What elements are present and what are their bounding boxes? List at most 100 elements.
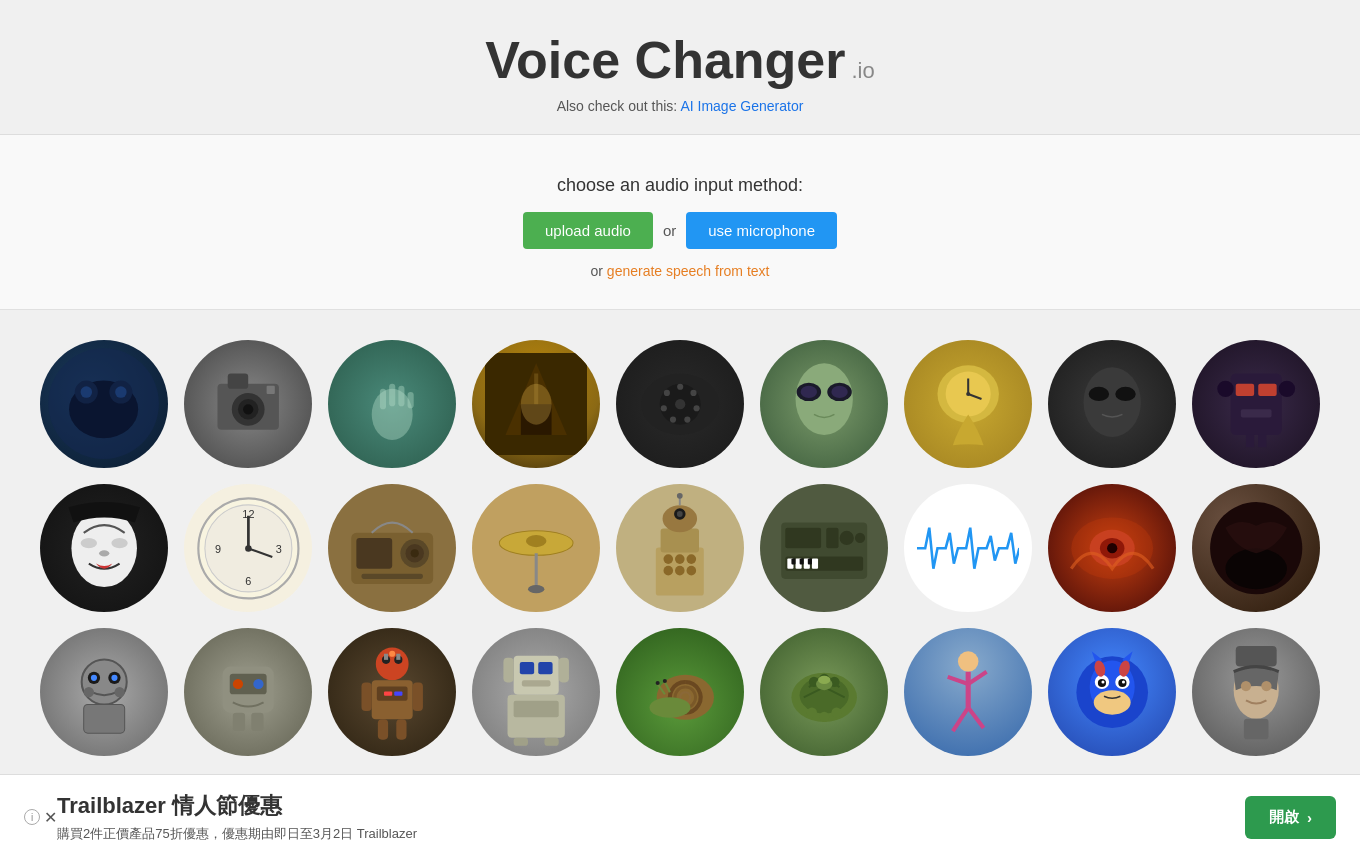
svg-rect-141 <box>503 658 513 683</box>
voice-item-soldier[interactable] <box>1192 628 1320 756</box>
svg-line-164 <box>968 672 986 684</box>
use-microphone-button[interactable]: use microphone <box>686 212 837 249</box>
svg-point-91 <box>839 531 853 545</box>
ad-actions: 開啟 › <box>1245 796 1336 839</box>
voice-grid-section: 12 3 6 9 <box>0 310 1360 810</box>
page-title: Voice Changer <box>485 31 845 89</box>
svg-rect-133 <box>378 720 388 740</box>
ad-close-button[interactable]: ✕ <box>44 808 57 827</box>
svg-point-25 <box>690 390 696 396</box>
voice-item-waveform[interactable] <box>904 484 1032 612</box>
voice-item-dark-alien[interactable] <box>1048 340 1176 468</box>
svg-point-146 <box>649 697 690 717</box>
ad-title: Trailblazer 情人節優惠 <box>57 791 1245 821</box>
svg-text:6: 6 <box>245 575 251 587</box>
svg-point-169 <box>1094 690 1131 715</box>
svg-rect-15 <box>398 386 404 406</box>
svg-point-24 <box>677 384 683 390</box>
svg-point-118 <box>253 679 263 689</box>
svg-point-84 <box>687 555 697 565</box>
svg-rect-89 <box>785 528 821 548</box>
svg-line-163 <box>948 677 968 684</box>
svg-rect-140 <box>513 701 558 717</box>
svg-point-53 <box>80 538 96 548</box>
svg-rect-66 <box>356 538 392 569</box>
svg-rect-130 <box>394 692 402 696</box>
svg-rect-50 <box>1246 435 1254 447</box>
svg-rect-97 <box>812 558 818 568</box>
svg-point-81 <box>677 493 683 499</box>
voice-item-mech-robot[interactable] <box>1192 340 1320 468</box>
svg-rect-45 <box>1236 384 1254 396</box>
svg-point-10 <box>243 404 253 414</box>
voice-item-toy-robot[interactable] <box>328 628 456 756</box>
generate-speech-link[interactable]: generate speech from text <box>607 263 770 279</box>
voice-item-monster[interactable] <box>40 340 168 468</box>
voice-item-tin-robot[interactable] <box>472 628 600 756</box>
svg-point-85 <box>664 566 674 576</box>
voice-item-alien[interactable] <box>760 340 888 468</box>
voice-item-melting-clock[interactable] <box>904 340 1032 468</box>
svg-point-41 <box>1083 367 1140 437</box>
svg-point-79 <box>677 512 683 518</box>
ad-info-icon[interactable]: i <box>24 809 40 825</box>
voice-item-analog-clock[interactable]: 12 3 6 9 <box>184 484 312 612</box>
voice-item-fire-eye[interactable] <box>1048 484 1176 612</box>
svg-point-35 <box>831 386 847 398</box>
voice-item-ghost-hand[interactable] <box>328 340 456 468</box>
svg-rect-129 <box>384 692 392 696</box>
svg-rect-131 <box>361 683 371 712</box>
svg-point-160 <box>818 676 830 684</box>
svg-point-174 <box>1101 680 1104 683</box>
svg-point-34 <box>800 386 816 398</box>
voice-item-telephone[interactable] <box>616 340 744 468</box>
svg-point-181 <box>1261 681 1271 691</box>
voice-item-synthesizer[interactable] <box>760 484 888 612</box>
svg-point-64 <box>245 545 252 552</box>
svg-point-42 <box>1088 387 1108 401</box>
voice-item-guy-fawkes[interactable] <box>40 484 168 612</box>
voice-item-turtle[interactable] <box>760 628 888 756</box>
ai-image-generator-link[interactable]: AI Image Generator <box>680 98 803 114</box>
svg-rect-46 <box>1258 384 1276 396</box>
svg-point-158 <box>819 711 829 721</box>
svg-point-72 <box>526 535 546 547</box>
svg-point-74 <box>528 585 544 593</box>
upload-audio-button[interactable]: upload audio <box>523 212 653 249</box>
svg-point-150 <box>663 679 667 683</box>
voice-item-radio[interactable] <box>328 484 456 612</box>
svg-point-55 <box>99 550 109 556</box>
svg-rect-44 <box>1230 373 1281 434</box>
svg-rect-137 <box>538 662 552 674</box>
svg-point-111 <box>111 675 117 681</box>
svg-point-30 <box>664 390 670 396</box>
svg-point-69 <box>410 549 418 557</box>
svg-rect-100 <box>808 558 812 564</box>
voice-item-bot2[interactable] <box>184 628 312 756</box>
voice-item-sonic[interactable] <box>1048 628 1176 756</box>
voice-item-snail[interactable] <box>616 628 744 756</box>
svg-point-113 <box>84 687 94 697</box>
voice-item-bot1[interactable] <box>40 628 168 756</box>
svg-point-87 <box>687 566 697 576</box>
svg-point-54 <box>111 538 127 548</box>
ad-cta-button[interactable]: 開啟 › <box>1245 796 1336 839</box>
svg-point-83 <box>675 555 685 565</box>
svg-rect-136 <box>520 662 534 674</box>
ad-cta-label: 開啟 <box>1269 808 1299 827</box>
svg-point-23 <box>675 399 685 409</box>
svg-point-26 <box>693 405 699 411</box>
voice-item-dalek[interactable] <box>616 484 744 612</box>
ad-banner: i ✕ Trailblazer 情人節優惠 購買2件正價產品75折優惠，優惠期由… <box>0 774 1360 859</box>
voice-item-dark-cave[interactable] <box>1192 484 1320 612</box>
svg-point-157 <box>807 707 817 717</box>
svg-rect-70 <box>361 574 422 579</box>
input-method-section: choose an audio input method: upload aud… <box>0 135 1360 310</box>
svg-point-29 <box>661 405 667 411</box>
voice-item-robot-camera[interactable] <box>184 340 312 468</box>
ad-content: Trailblazer 情人節優惠 購買2件正價產品75折優惠，優惠期由即日至3… <box>57 791 1245 843</box>
voice-item-cathedral[interactable] <box>472 340 600 468</box>
speech-link-row: or generate speech from text <box>20 263 1340 279</box>
voice-item-cymbal[interactable] <box>472 484 600 612</box>
voice-item-athlete[interactable] <box>904 628 1032 756</box>
